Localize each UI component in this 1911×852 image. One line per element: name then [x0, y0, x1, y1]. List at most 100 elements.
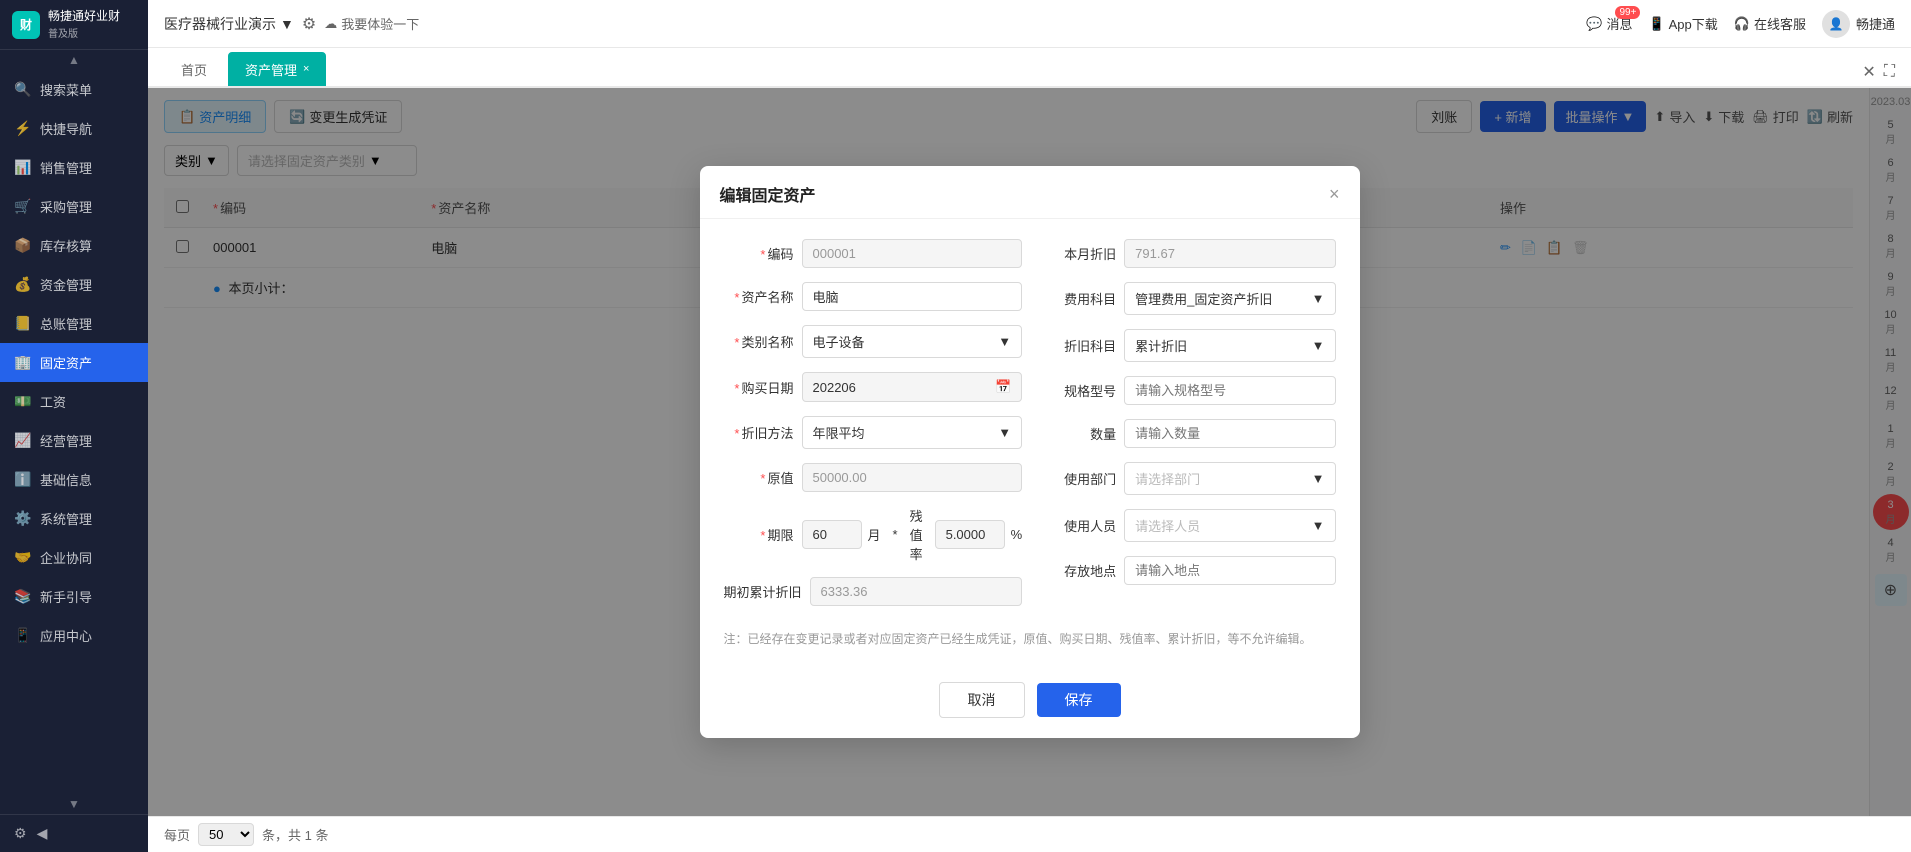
- user-area[interactable]: 👤 畅捷通: [1822, 10, 1895, 38]
- category-label: *类别名称: [724, 332, 794, 351]
- header-settings-icon[interactable]: ⚙: [302, 14, 316, 34]
- name-input[interactable]: [802, 282, 1023, 311]
- location-input[interactable]: [1124, 556, 1335, 585]
- sidebar-scroll-up[interactable]: ▲: [0, 50, 148, 70]
- per-page-select[interactable]: 50 100: [198, 823, 254, 846]
- save-button[interactable]: 保存: [1037, 683, 1121, 717]
- sidebar-item-basic-info[interactable]: ℹ️ 基础信息: [0, 460, 148, 499]
- tab-close-window-icon[interactable]: ✕: [1862, 62, 1875, 82]
- form-row-category: *类别名称 电子设备 ▼: [724, 325, 1023, 358]
- form-row-user: 使用人员 请选择人员 ▼: [1046, 509, 1335, 542]
- department-placeholder: 请选择部门: [1135, 469, 1200, 488]
- username-label: 畅捷通: [1856, 14, 1895, 33]
- finance-icon: 💰: [14, 276, 32, 293]
- cancel-button[interactable]: 取消: [939, 682, 1025, 718]
- original-value-input[interactable]: [802, 463, 1023, 492]
- tab-bar-right: ✕ ⛶: [1862, 62, 1895, 86]
- sidebar-item-inventory[interactable]: 📦 库存核算: [0, 226, 148, 265]
- expense-subject-select[interactable]: 管理费用_固定资产折旧 ▼: [1124, 282, 1335, 315]
- tab-maximize-icon[interactable]: ⛶: [1884, 63, 1895, 81]
- form-row-spec-model: 规格型号: [1046, 376, 1335, 405]
- modal-right-col: 本月折旧 费用科目 管理费用_固定资产折旧 ▼: [1046, 239, 1335, 620]
- header-left: 医疗器械行业演示 ▼ ⚙ ☁ 我要体验一下: [164, 14, 1574, 34]
- dep-method-label: *折旧方法: [724, 423, 794, 442]
- sidebar: 财 畅捷通好业财 普及版 ▲ 🔍 搜索菜单 ⚡ 快捷导航 📊 销售管理 🛒 采购…: [0, 0, 148, 852]
- settings-bottom-icon[interactable]: ⚙: [14, 825, 27, 842]
- sidebar-item-finance[interactable]: 💰 资金管理: [0, 265, 148, 304]
- dep-subject-select[interactable]: 累计折旧 ▼: [1124, 329, 1335, 362]
- tab-asset-mgmt[interactable]: 资产管理 ×: [228, 52, 326, 86]
- sidebar-item-label: 系统管理: [40, 509, 92, 528]
- department-select[interactable]: 请选择部门 ▼: [1124, 462, 1335, 495]
- logo-icon: 财: [12, 11, 40, 39]
- tab-close-icon[interactable]: ×: [303, 63, 309, 75]
- modal-title: 编辑固定资产: [720, 182, 816, 206]
- collapse-icon[interactable]: ◀: [37, 825, 48, 842]
- online-service-button[interactable]: 🎧 在线客服: [1734, 14, 1806, 33]
- user-placeholder: 请选择人员: [1135, 516, 1200, 535]
- code-input[interactable]: [802, 239, 1023, 268]
- user-select[interactable]: 请选择人员 ▼: [1124, 509, 1335, 542]
- user-avatar: 👤: [1822, 10, 1850, 38]
- expense-subject-value: 管理费用_固定资产折旧: [1135, 289, 1272, 308]
- content-area: 📋 资产明细 🔄 变更生成凭证 刘账 + 新增 批量操作: [148, 88, 1911, 816]
- company-selector[interactable]: 医疗器械行业演示 ▼: [164, 14, 294, 34]
- sidebar-item-enterprise[interactable]: 🤝 企业协同: [0, 538, 148, 577]
- modal-overlay: 编辑固定资产 × *编码: [148, 88, 1911, 816]
- sales-icon: 📊: [14, 159, 32, 176]
- notification-button[interactable]: 💬 消息 99+: [1586, 14, 1632, 33]
- category-value: 电子设备: [813, 332, 865, 351]
- purchase-date-input[interactable]: 202206 📅: [802, 372, 1023, 402]
- sidebar-item-label: 企业协同: [40, 548, 92, 567]
- sidebar-item-purchase[interactable]: 🛒 采购管理: [0, 187, 148, 226]
- dep-subject-value: 累计折旧: [1135, 336, 1187, 355]
- sidebar-item-app-center[interactable]: 📱 应用中心: [0, 616, 148, 655]
- sidebar-item-system[interactable]: ⚙️ 系统管理: [0, 499, 148, 538]
- company-name: 医疗器械行业演示: [164, 14, 276, 34]
- chevron-down-icon: ▼: [1312, 518, 1325, 533]
- dep-method-value: 年限平均: [813, 423, 865, 442]
- sidebar-item-guide[interactable]: 📚 新手引导: [0, 577, 148, 616]
- page-footer: 每页 50 100 条，共 1 条: [148, 816, 1911, 852]
- period-input[interactable]: [802, 520, 862, 549]
- initial-dep-input[interactable]: [810, 577, 1023, 606]
- tab-home-label: 首页: [181, 60, 207, 79]
- purchase-date-value: 202206: [813, 380, 856, 395]
- inventory-icon: 📦: [14, 237, 32, 254]
- sidebar-item-label: 采购管理: [40, 197, 92, 216]
- sidebar-item-fixed-asset[interactable]: 🏢 固定资产: [0, 343, 148, 382]
- sidebar-item-search[interactable]: 🔍 搜索菜单: [0, 70, 148, 109]
- sidebar-scroll-down[interactable]: ▼: [0, 794, 148, 814]
- period-unit: 月: [868, 525, 881, 544]
- sidebar-item-quick-nav[interactable]: ⚡ 快捷导航: [0, 109, 148, 148]
- quantity-input[interactable]: [1124, 419, 1335, 448]
- sidebar-item-salary[interactable]: 💵 工资: [0, 382, 148, 421]
- sidebar-nav: 🔍 搜索菜单 ⚡ 快捷导航 📊 销售管理 🛒 采购管理 📦 库存核算 💰 资金管…: [0, 70, 148, 794]
- app-download-button[interactable]: 📱 App下载: [1648, 14, 1717, 33]
- logo-edition: 普及版: [48, 25, 120, 40]
- modal-header: 编辑固定资产 ×: [700, 166, 1360, 219]
- user-label: 使用人员: [1046, 516, 1116, 535]
- sidebar-item-label: 搜索菜单: [40, 80, 92, 99]
- system-icon: ⚙️: [14, 510, 32, 527]
- spec-model-input[interactable]: [1124, 376, 1335, 405]
- residual-rate-input[interactable]: [935, 520, 1005, 549]
- purchase-date-label: *购买日期: [724, 378, 794, 397]
- main-area: 医疗器械行业演示 ▼ ⚙ ☁ 我要体验一下 💬 消息 99+ 📱 App下载 🎧…: [148, 0, 1911, 852]
- original-value-label: *原值: [724, 468, 794, 487]
- category-select[interactable]: 电子设备 ▼: [802, 325, 1023, 358]
- guide-icon: 📚: [14, 588, 32, 605]
- experience-button[interactable]: ☁ 我要体验一下: [324, 14, 419, 33]
- dep-method-select[interactable]: 年限平均 ▼: [802, 416, 1023, 449]
- sidebar-item-label: 经营管理: [40, 431, 92, 450]
- logo-name: 畅捷通好业财: [48, 9, 120, 25]
- tab-home[interactable]: 首页: [164, 52, 224, 86]
- sidebar-item-sales[interactable]: 📊 销售管理: [0, 148, 148, 187]
- modal-close-button[interactable]: ×: [1329, 185, 1340, 203]
- dep-subject-label: 折旧科目: [1046, 336, 1116, 355]
- period-row: 月 * 残值率 %: [802, 506, 1023, 563]
- online-service-label: 在线客服: [1754, 14, 1806, 33]
- sidebar-item-ledger[interactable]: 📒 总账管理: [0, 304, 148, 343]
- sidebar-item-operations[interactable]: 📈 经营管理: [0, 421, 148, 460]
- modal-left-col: *编码 *资产名称: [724, 239, 1023, 620]
